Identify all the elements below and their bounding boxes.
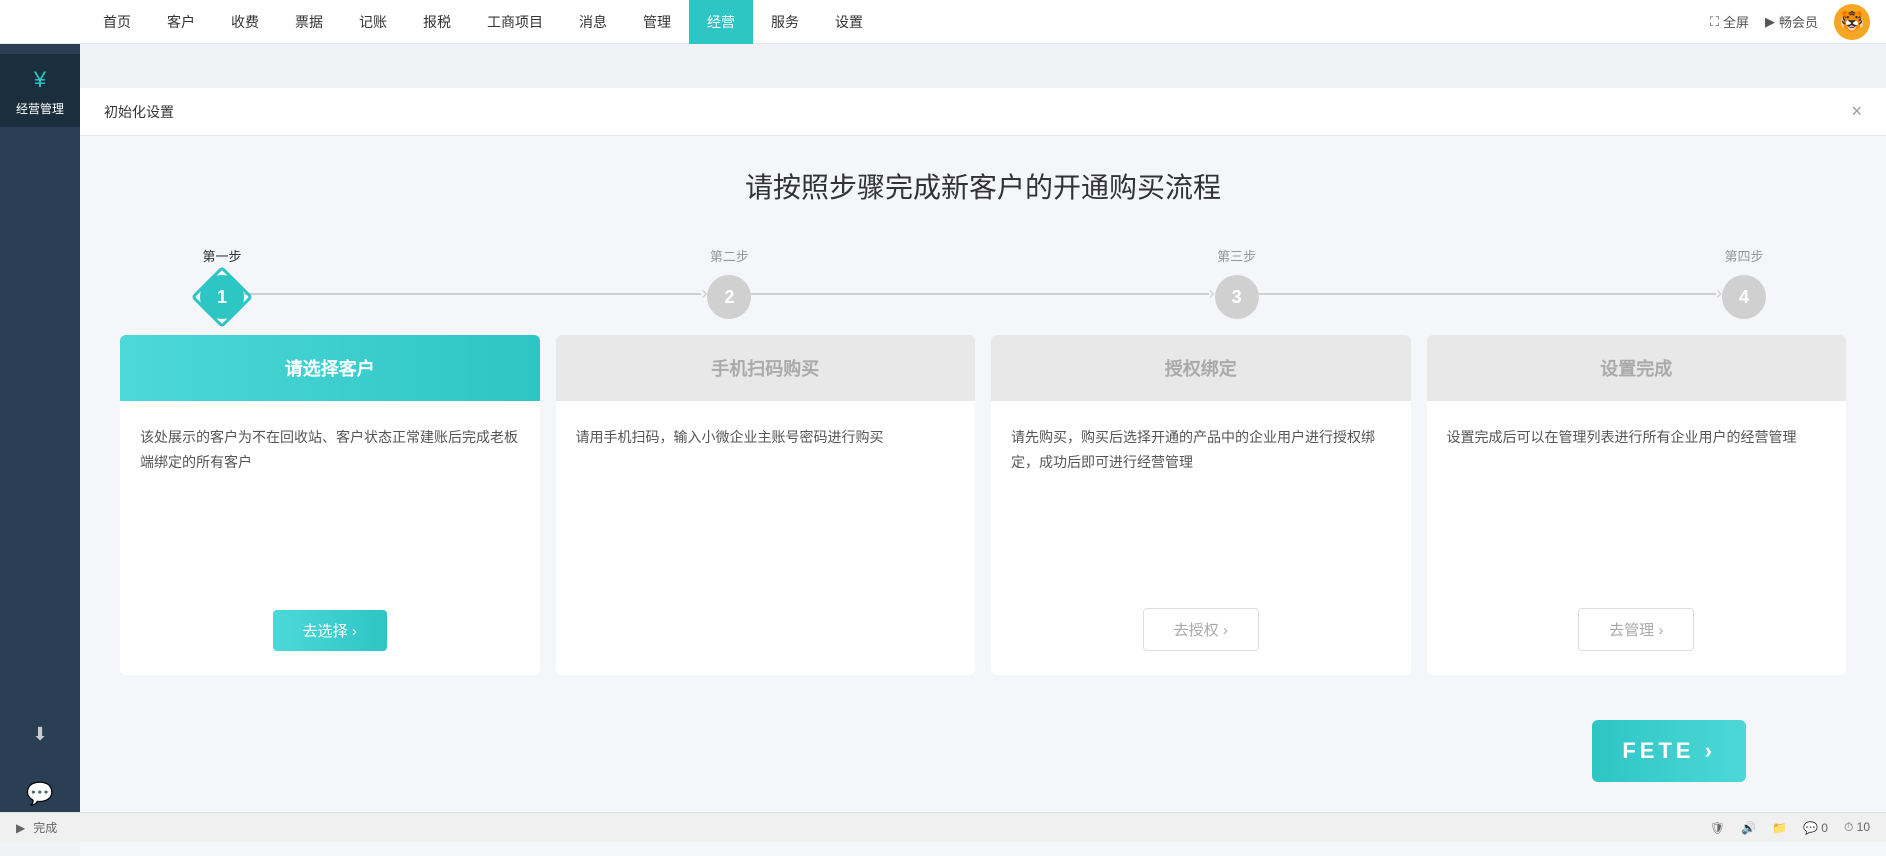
time-icon: ⏱ 10 (1844, 820, 1870, 835)
sidebar: ¥ 经营管理 ⬇ 💬 (0, 44, 80, 842)
card-2-body: 请用手机扫码，输入小微企业主账号密码进行购买 (556, 401, 976, 635)
vip-label: 畅会员 (1779, 12, 1818, 31)
step-4-circle: 4 (1722, 275, 1766, 319)
volume-icon: 🔊 (1741, 821, 1756, 835)
card-1-button[interactable]: 去选择 › (273, 610, 387, 651)
card-2-footer (556, 635, 976, 675)
vip-icon: ▶ (1765, 14, 1775, 30)
sidebar-item-label: 经营管理 (16, 100, 64, 117)
card-1-footer: 去选择 › (120, 594, 540, 675)
step-1-label: 第一步 (202, 246, 241, 265)
avatar[interactable]: 🐯 (1834, 4, 1870, 40)
nav-customer[interactable]: 客户 (149, 0, 213, 44)
folder-icon: 📁 (1772, 821, 1787, 835)
nav-message[interactable]: 消息 (561, 0, 625, 44)
sidebar-bottom: ⬇ 💬 (0, 710, 80, 822)
step-card-1: 请选择客户 该处展示的客户为不在回收站、客户状态正常建账后完成老板端绑定的所有客… (120, 335, 540, 675)
vip-btn[interactable]: ▶ 畅会员 (1765, 12, 1818, 31)
sidebar-item-operation[interactable]: ¥ 经营管理 (0, 54, 80, 127)
step-2-header: 第二步 2 (707, 246, 751, 319)
nav-operation[interactable]: 经营 (689, 0, 753, 44)
play-icon: ▶ (16, 821, 25, 835)
fullscreen-label: 全屏 (1723, 12, 1749, 31)
main-heading: 请按照步骤完成新客户的开通购买流程 (120, 166, 1846, 206)
nav-invoice[interactable]: 票据 (277, 0, 341, 44)
step-3-circle: 3 (1215, 275, 1259, 319)
card-3-body: 请先购买，购买后选择开通的产品中的企业用户进行授权绑定，成功后即可进行经营管理 (991, 401, 1411, 592)
status-text: 完成 (33, 819, 57, 836)
card-3-footer: 去授权 › (991, 592, 1411, 675)
cards-row: 请选择客户 该处展示的客户为不在回收站、客户状态正常建账后完成老板端绑定的所有客… (120, 335, 1846, 675)
card-3-button[interactable]: 去授权 › (1143, 608, 1259, 651)
top-nav: 首页 客户 收费 票据 记账 报税 工商项目 消息 管理 经营 服务 设置 ⛶ … (0, 0, 1886, 44)
card-3-header: 授权绑定 (991, 335, 1411, 401)
step-1-header: 第一步 1 (200, 246, 244, 319)
fullscreen-btn[interactable]: ⛶ 全屏 (1710, 12, 1749, 31)
step-2-label: 第二步 (710, 246, 749, 265)
status-bar-right: 🛡 🔊 📁 💬 0 ⏱ 10 (1710, 820, 1870, 835)
step-2-circle: 2 (707, 275, 751, 319)
step-card-3: 授权绑定 请先购买，购买后选择开通的产品中的企业用户进行授权绑定，成功后即可进行… (991, 335, 1411, 675)
page-title: 初始化设置 (104, 102, 174, 122)
nav-accounting[interactable]: 记账 (341, 0, 405, 44)
content-area: 请按照步骤完成新客户的开通购买流程 第一步 1 › 第二步 2 (80, 136, 1886, 705)
sidebar-download-btn[interactable]: ⬇ (0, 710, 80, 762)
fete-badge[interactable]: FETE › (1592, 720, 1746, 782)
nav-fee[interactable]: 收费 (213, 0, 277, 44)
step-4-header: 第四步 4 (1722, 246, 1766, 319)
nav-manage[interactable]: 管理 (625, 0, 689, 44)
nav-home[interactable]: 首页 (85, 0, 149, 44)
shield-icon: 🛡 (1710, 821, 1725, 835)
card-4-button[interactable]: 去管理 › (1578, 608, 1694, 651)
connector-1-2: › (244, 283, 707, 304)
nav-tax[interactable]: 报税 (405, 0, 469, 44)
nav-right: ⛶ 全屏 ▶ 畅会员 🐯 (1710, 4, 1886, 40)
download-icon: ⬇ (24, 718, 56, 750)
step-1-circle: 1 (200, 275, 244, 319)
nav-business[interactable]: 工商项目 (469, 0, 561, 44)
page-header: 初始化设置 × (80, 88, 1886, 136)
card-4-header: 设置完成 (1427, 335, 1847, 401)
step-4-label: 第四步 (1724, 246, 1763, 265)
status-bar-left: ▶ 完成 (16, 819, 57, 836)
connector-2-3: › (751, 283, 1214, 304)
card-1-body: 该处展示的客户为不在回收站、客户状态正常建账后完成老板端绑定的所有客户 (120, 401, 540, 594)
step-3-header: 第三步 3 (1215, 246, 1259, 319)
step-3-label: 第三步 (1217, 246, 1256, 265)
connector-3-4: › (1259, 283, 1722, 304)
fullscreen-icon: ⛶ (1710, 14, 1719, 30)
step-card-2: 手机扫码购买 请用手机扫码，输入小微企业主账号密码进行购买 (556, 335, 976, 675)
nav-items: 首页 客户 收费 票据 记账 报税 工商项目 消息 管理 经营 服务 设置 (85, 0, 1710, 44)
nav-service[interactable]: 服务 (753, 0, 817, 44)
status-bar: ▶ 完成 🛡 🔊 📁 💬 0 ⏱ 10 (0, 812, 1886, 842)
close-button[interactable]: × (1851, 101, 1862, 122)
card-4-footer: 去管理 › (1427, 592, 1847, 675)
nav-settings[interactable]: 设置 (817, 0, 881, 44)
steps-header: 第一步 1 › 第二步 2 › (120, 246, 1846, 319)
card-4-body: 设置完成后可以在管理列表进行所有企业用户的经营管理 (1427, 401, 1847, 592)
chat-count: 💬 0 (1803, 821, 1828, 835)
support-icon: 💬 (24, 778, 56, 810)
step-card-4: 设置完成 设置完成后可以在管理列表进行所有企业用户的经营管理 去管理 › (1427, 335, 1847, 675)
card-1-header: 请选择客户 (120, 335, 540, 401)
card-2-header: 手机扫码购买 (556, 335, 976, 401)
operation-icon: ¥ (24, 64, 56, 96)
